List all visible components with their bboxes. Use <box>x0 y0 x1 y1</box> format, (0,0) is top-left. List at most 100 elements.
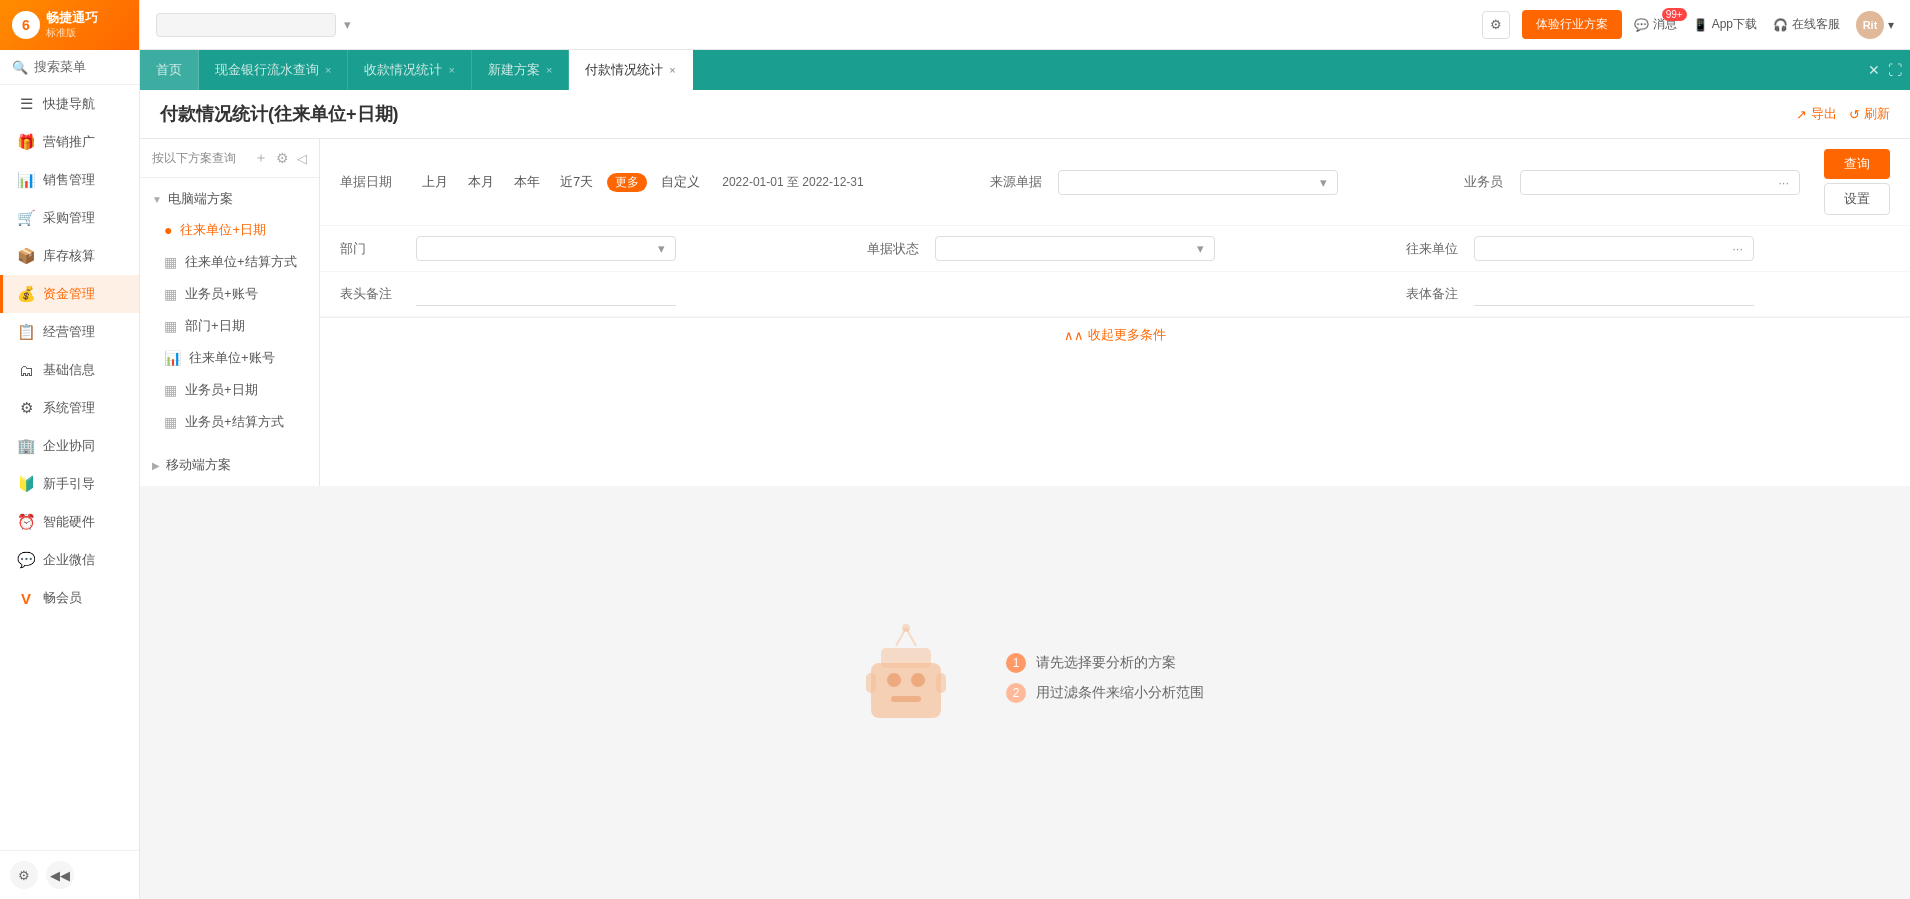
header-settings-btn[interactable]: ⚙ <box>1482 11 1510 39</box>
tab-close-all-icon[interactable]: ✕ <box>1868 62 1880 78</box>
date-opt-this-year[interactable]: 本年 <box>508 171 546 193</box>
tab-receipt-close[interactable]: × <box>448 64 454 76</box>
header-search-input[interactable] <box>156 13 336 37</box>
sidebar-item-inventory[interactable]: 📦 库存核算 <box>0 237 139 275</box>
tab-expand-icon[interactable]: ⛶ <box>1888 62 1902 78</box>
settings-footer-icon[interactable]: ⚙ <box>10 861 38 889</box>
sidebar-item-label: 企业微信 <box>43 551 95 569</box>
dept-select[interactable]: ▾ <box>416 236 676 261</box>
sidebar-item-label: 畅会员 <box>43 589 82 607</box>
sidebar-item-operations[interactable]: 📋 经营管理 <box>0 313 139 351</box>
date-opt-this-month[interactable]: 本月 <box>462 171 500 193</box>
scheme-add-icon[interactable]: ＋ <box>254 149 268 167</box>
sidebar-item-quicknav[interactable]: ☰ 快捷导航 <box>0 85 139 123</box>
salesman-select[interactable]: ··· <box>1520 170 1800 195</box>
message-btn[interactable]: 💬 消息 99+ <box>1634 16 1677 33</box>
member-icon: V <box>17 589 35 607</box>
app-download-btn[interactable]: 📱 App下载 <box>1693 16 1757 33</box>
svg-rect-6 <box>936 673 946 693</box>
sidebar-item-finance[interactable]: 💰 资金管理 <box>0 275 139 313</box>
sidebar-item-system[interactable]: ⚙ 系统管理 <box>0 389 139 427</box>
scheme-mobile-group-header[interactable]: ▶ 移动端方案 <box>140 450 319 480</box>
empty-tip-1: 1 请先选择要分析的方案 <box>1006 653 1204 673</box>
chevron-right-icon: ▶ <box>152 460 160 471</box>
sidebar-item-member[interactable]: V 畅会员 <box>0 579 139 617</box>
tip-num-2: 2 <box>1006 683 1026 703</box>
tip-num-1: 1 <box>1006 653 1026 673</box>
scheme-desktop-group-header[interactable]: ▼ 电脑端方案 <box>140 184 319 214</box>
source-select[interactable]: ▾ <box>1058 170 1338 195</box>
scheme-item-counterpart-account[interactable]: 📊 往来单位+账号 <box>140 342 319 374</box>
tab-payment-close[interactable]: × <box>669 64 675 76</box>
collapse-up-icon: ∧∧ <box>1064 328 1084 343</box>
user-avatar-area[interactable]: Rit ▾ <box>1856 11 1894 39</box>
sidebar-item-base[interactable]: 🗂 基础信息 <box>0 351 139 389</box>
scheme-item-label: 业务员+结算方式 <box>185 413 284 431</box>
refresh-btn[interactable]: ↺ 刷新 <box>1849 105 1890 123</box>
scheme-item-dept-date[interactable]: ▦ 部门+日期 <box>140 310 319 342</box>
sidebar-item-corp[interactable]: 🏢 企业协同 <box>0 427 139 465</box>
tab-bank-close[interactable]: × <box>325 64 331 76</box>
sidebar-item-hardware[interactable]: ⏰ 智能硬件 <box>0 503 139 541</box>
counterpart-select[interactable]: ··· <box>1474 236 1754 261</box>
scheme-item-label: 往来单位+账号 <box>189 349 275 367</box>
tab-new-close[interactable]: × <box>546 64 552 76</box>
empty-tip-2: 2 用过滤条件来缩小分析范围 <box>1006 683 1204 703</box>
sidebar-item-sales[interactable]: 📊 销售管理 <box>0 161 139 199</box>
collapse-filter-btn[interactable]: ∧∧ 收起更多条件 <box>320 317 1910 352</box>
sidebar-search-item[interactable]: 🔍 搜索菜单 <box>0 50 139 85</box>
sidebar-item-label: 资金管理 <box>43 285 95 303</box>
scheme-grid-icon: ▦ <box>164 318 177 334</box>
svg-point-3 <box>911 673 925 687</box>
page-actions: ↗ 导出 ↺ 刷新 <box>1796 105 1890 123</box>
search-icon: 🔍 <box>12 60 28 75</box>
date-opt-custom[interactable]: 自定义 <box>655 171 706 193</box>
settings-button[interactable]: 设置 <box>1824 183 1890 215</box>
sidebar-item-purchase[interactable]: 🛒 采购管理 <box>0 199 139 237</box>
sidebar-item-label: 快捷导航 <box>43 95 95 113</box>
scheme-item-counterpart-settle[interactable]: ▦ 往来单位+结算方式 <box>140 246 319 278</box>
search-dropdown-icon[interactable]: ▾ <box>344 17 351 32</box>
sidebar-item-label: 采购管理 <box>43 209 95 227</box>
date-opt-7days[interactable]: 近7天 <box>554 171 599 193</box>
doc-status-select[interactable]: ▾ <box>935 236 1215 261</box>
scheme-item-salesman-settle[interactable]: ▦ 业务员+结算方式 <box>140 406 319 438</box>
export-btn[interactable]: ↗ 导出 <box>1796 105 1837 123</box>
tab-bar: 首页 现金银行流水查询 × 收款情况统计 × 新建方案 × 付款情况统计 × ✕… <box>140 50 1910 90</box>
tab-bank[interactable]: 现金银行流水查询 × <box>199 50 348 90</box>
filter-row-3: 表头备注 表体备注 <box>320 272 1910 317</box>
date-options: 上月 本月 本年 近7天 更多 自定义 <box>416 171 706 193</box>
tab-bar-actions: ✕ ⛶ <box>1860 50 1910 90</box>
sidebar-item-label: 智能硬件 <box>43 513 95 531</box>
sidebar-item-marketing[interactable]: 🎁 营销推广 <box>0 123 139 161</box>
scheme-collapse-icon[interactable]: ◁ <box>297 151 307 166</box>
sidebar-item-label: 企业协同 <box>43 437 95 455</box>
date-opt-last-month[interactable]: 上月 <box>416 171 454 193</box>
sidebar-item-guide[interactable]: 🔰 新手引导 <box>0 465 139 503</box>
query-button[interactable]: 查询 <box>1824 149 1890 179</box>
collapse-sidebar-icon[interactable]: ◀◀ <box>46 861 74 889</box>
trial-button[interactable]: 体验行业方案 <box>1522 10 1622 39</box>
scheme-item-salesman-date[interactable]: ▦ 业务员+日期 <box>140 374 319 406</box>
scheme-item-label: 业务员+日期 <box>185 381 258 399</box>
filter-panel: 单据日期 上月 本月 本年 近7天 更多 自定义 2022-01-01 至 20… <box>320 139 1910 484</box>
main-content-area: 1 请先选择要分析的方案 2 用过滤条件来缩小分析范围 <box>140 488 1910 868</box>
scheme-item-salesman-account[interactable]: ▦ 业务员+账号 <box>140 278 319 310</box>
svg-rect-0 <box>871 663 941 718</box>
sidebar-item-label: 系统管理 <box>43 399 95 417</box>
tab-payment[interactable]: 付款情况统计 × <box>569 50 692 90</box>
tab-receipt-label: 收款情况统计 <box>364 61 442 79</box>
header-note-input[interactable] <box>416 282 676 306</box>
service-btn[interactable]: 🎧 在线客服 <box>1773 16 1840 33</box>
sidebar-item-wechat[interactable]: 💬 企业微信 <box>0 541 139 579</box>
scheme-item-counterpart-date[interactable]: ● 往来单位+日期 <box>140 214 319 246</box>
scheme-settings-icon[interactable]: ⚙ <box>276 150 289 166</box>
tab-receipt[interactable]: 收款情况统计 × <box>348 50 471 90</box>
tab-new[interactable]: 新建方案 × <box>472 50 569 90</box>
scheme-grid-icon: ▦ <box>164 286 177 302</box>
tab-home[interactable]: 首页 <box>140 50 199 90</box>
body-note-input[interactable] <box>1474 282 1754 306</box>
date-opt-more[interactable]: 更多 <box>607 173 647 192</box>
scheme-grid-icon: ▦ <box>164 382 177 398</box>
svg-point-9 <box>902 624 910 632</box>
